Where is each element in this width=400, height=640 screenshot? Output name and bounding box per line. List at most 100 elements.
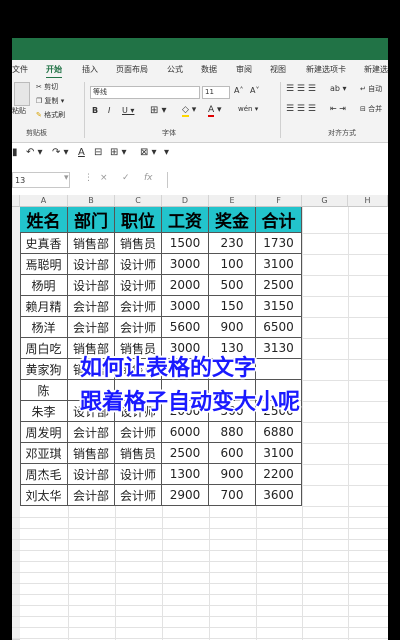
table-cell[interactable]: 周发明 — [20, 422, 68, 443]
table-cell[interactable]: 3100 — [256, 443, 302, 464]
table-header-cell[interactable]: 姓名 — [20, 207, 68, 233]
paste-icon[interactable] — [14, 82, 30, 106]
cancel-icon[interactable]: × — [100, 173, 108, 183]
table-cell[interactable]: 杨明 — [20, 275, 68, 296]
table-cell[interactable]: 5600 — [162, 317, 209, 338]
font-grow-button[interactable]: A˄ — [234, 86, 243, 95]
menu-home[interactable]: 开始 — [46, 64, 62, 79]
column-header-b[interactable]: B — [68, 195, 115, 207]
table-cell[interactable]: 3130 — [256, 338, 302, 359]
table-cell[interactable]: 杨洋 — [20, 317, 68, 338]
fill-color-button[interactable]: ◇ ▾ — [182, 105, 196, 117]
table-cell[interactable]: 黄家狗 — [20, 359, 68, 380]
format-painter-button[interactable]: ✎ 格式刷 — [36, 110, 65, 120]
table-cell[interactable]: 焉聪明 — [20, 254, 68, 275]
align-top-icon[interactable]: ☰ ☰ ☰ — [286, 84, 316, 94]
table-cell[interactable]: 会计部 — [68, 485, 115, 506]
menu-review[interactable]: 审阅 — [236, 64, 252, 75]
table-cell[interactable]: 900 — [209, 317, 256, 338]
table-cell[interactable]: 销售员 — [115, 233, 162, 254]
table-cell[interactable]: 3600 — [256, 485, 302, 506]
table-cell[interactable]: 3100 — [256, 254, 302, 275]
table-cell[interactable]: 880 — [209, 422, 256, 443]
select-all-corner[interactable] — [12, 195, 20, 207]
table-cell[interactable]: 销售员 — [115, 443, 162, 464]
table-cell[interactable]: 2500 — [256, 275, 302, 296]
table-cell[interactable]: 设计师 — [115, 275, 162, 296]
name-box[interactable]: 13 — [12, 172, 70, 188]
table-cell[interactable]: 会计部 — [68, 296, 115, 317]
table-quick-icon[interactable]: ⊞ ▾ — [110, 147, 127, 158]
copy-button[interactable]: ❐ 复制 ▾ — [36, 96, 64, 106]
table-cell[interactable]: 销售部 — [68, 443, 115, 464]
column-header-d[interactable]: D — [162, 195, 209, 207]
border-quick-icon[interactable]: ⊟ — [94, 147, 102, 158]
table-cell[interactable] — [256, 359, 302, 380]
undo-icon[interactable]: ↶ ▾ — [26, 147, 43, 158]
menu-new-tab[interactable]: 新建选项卡 — [306, 64, 346, 75]
menu-view[interactable]: 视图 — [270, 64, 286, 75]
table-cell[interactable]: 3000 — [162, 296, 209, 317]
table-cell[interactable]: 700 — [209, 485, 256, 506]
table-cell[interactable]: 会计师 — [115, 422, 162, 443]
table-cell[interactable]: 100 — [209, 254, 256, 275]
table-cell[interactable]: 3150 — [256, 296, 302, 317]
more-options-icon[interactable]: ⋮ — [84, 173, 93, 183]
table-cell[interactable]: 150 — [209, 296, 256, 317]
phonetic-icon[interactable]: wén ▾ — [238, 105, 258, 113]
table-cell[interactable]: 陈 — [20, 380, 68, 401]
table-cell[interactable]: 会计部 — [68, 422, 115, 443]
column-header-e[interactable]: E — [209, 195, 256, 207]
chevron-down-icon[interactable]: ▾ — [64, 173, 69, 183]
column-header-a[interactable]: A — [20, 195, 68, 207]
underline-button[interactable]: U ▾ — [122, 106, 134, 115]
table-header-cell[interactable]: 合计 — [256, 207, 302, 233]
column-header-h[interactable]: H — [348, 195, 388, 207]
border-icon[interactable]: ⊞ ▾ — [150, 105, 167, 116]
table-cell[interactable]: 2900 — [162, 485, 209, 506]
table-cell[interactable]: 6000 — [162, 422, 209, 443]
table-cell[interactable]: 刘太华 — [20, 485, 68, 506]
table-cell[interactable]: 设计部 — [68, 275, 115, 296]
table-cell[interactable]: 设计部 — [68, 254, 115, 275]
column-header-c[interactable]: C — [115, 195, 162, 207]
table-cell[interactable]: 2000 — [162, 275, 209, 296]
font-color-button[interactable]: A ▾ — [208, 105, 222, 117]
customize-toolbar-icon[interactable]: ▾ — [164, 147, 169, 158]
merge-quick-icon[interactable]: ⊠ ▾ — [140, 147, 157, 158]
table-cell[interactable]: 230 — [209, 233, 256, 254]
enter-icon[interactable]: ✓ — [122, 173, 130, 183]
table-cell[interactable]: 会计师 — [115, 317, 162, 338]
align-left-icon[interactable]: ☰ ☰ ☰ — [286, 104, 316, 114]
menu-new-tab-2[interactable]: 新建选 — [364, 64, 388, 75]
italic-button[interactable]: I — [108, 106, 110, 115]
table-cell[interactable]: 6500 — [256, 317, 302, 338]
table-cell[interactable]: 3000 — [162, 254, 209, 275]
table-cell[interactable]: 周杰毛 — [20, 464, 68, 485]
table-cell[interactable]: 会计师 — [115, 296, 162, 317]
table-header-cell[interactable]: 工资 — [162, 207, 209, 233]
wrap-text-button[interactable]: ↵ 自动 — [360, 84, 382, 94]
table-cell[interactable]: 500 — [209, 275, 256, 296]
font-color-quick-icon[interactable]: A — [78, 147, 85, 158]
cut-button[interactable]: ✂ 剪切 — [36, 82, 58, 92]
table-cell[interactable]: 史真香 — [20, 233, 68, 254]
formula-input[interactable] — [167, 172, 388, 188]
menu-page-layout[interactable]: 页面布局 — [116, 64, 148, 75]
table-cell[interactable]: 会计部 — [68, 317, 115, 338]
menu-formulas[interactable]: 公式 — [167, 64, 183, 75]
menu-data[interactable]: 数据 — [201, 64, 217, 75]
table-cell[interactable]: 设计师 — [115, 464, 162, 485]
table-cell[interactable]: 设计部 — [68, 464, 115, 485]
column-header-f[interactable]: F — [256, 195, 302, 207]
table-cell[interactable]: 900 — [209, 464, 256, 485]
table-cell[interactable]: 周白吃 — [20, 338, 68, 359]
table-cell[interactable]: 1730 — [256, 233, 302, 254]
bold-button[interactable]: B — [92, 106, 98, 115]
orientation-icon[interactable]: ab ▾ — [330, 84, 347, 93]
table-cell[interactable]: 2200 — [256, 464, 302, 485]
indent-icon[interactable]: ⇤ ⇥ — [330, 104, 346, 113]
table-cell[interactable]: 设计师 — [115, 254, 162, 275]
table-cell[interactable]: 会计师 — [115, 485, 162, 506]
table-cell[interactable]: 2500 — [162, 443, 209, 464]
